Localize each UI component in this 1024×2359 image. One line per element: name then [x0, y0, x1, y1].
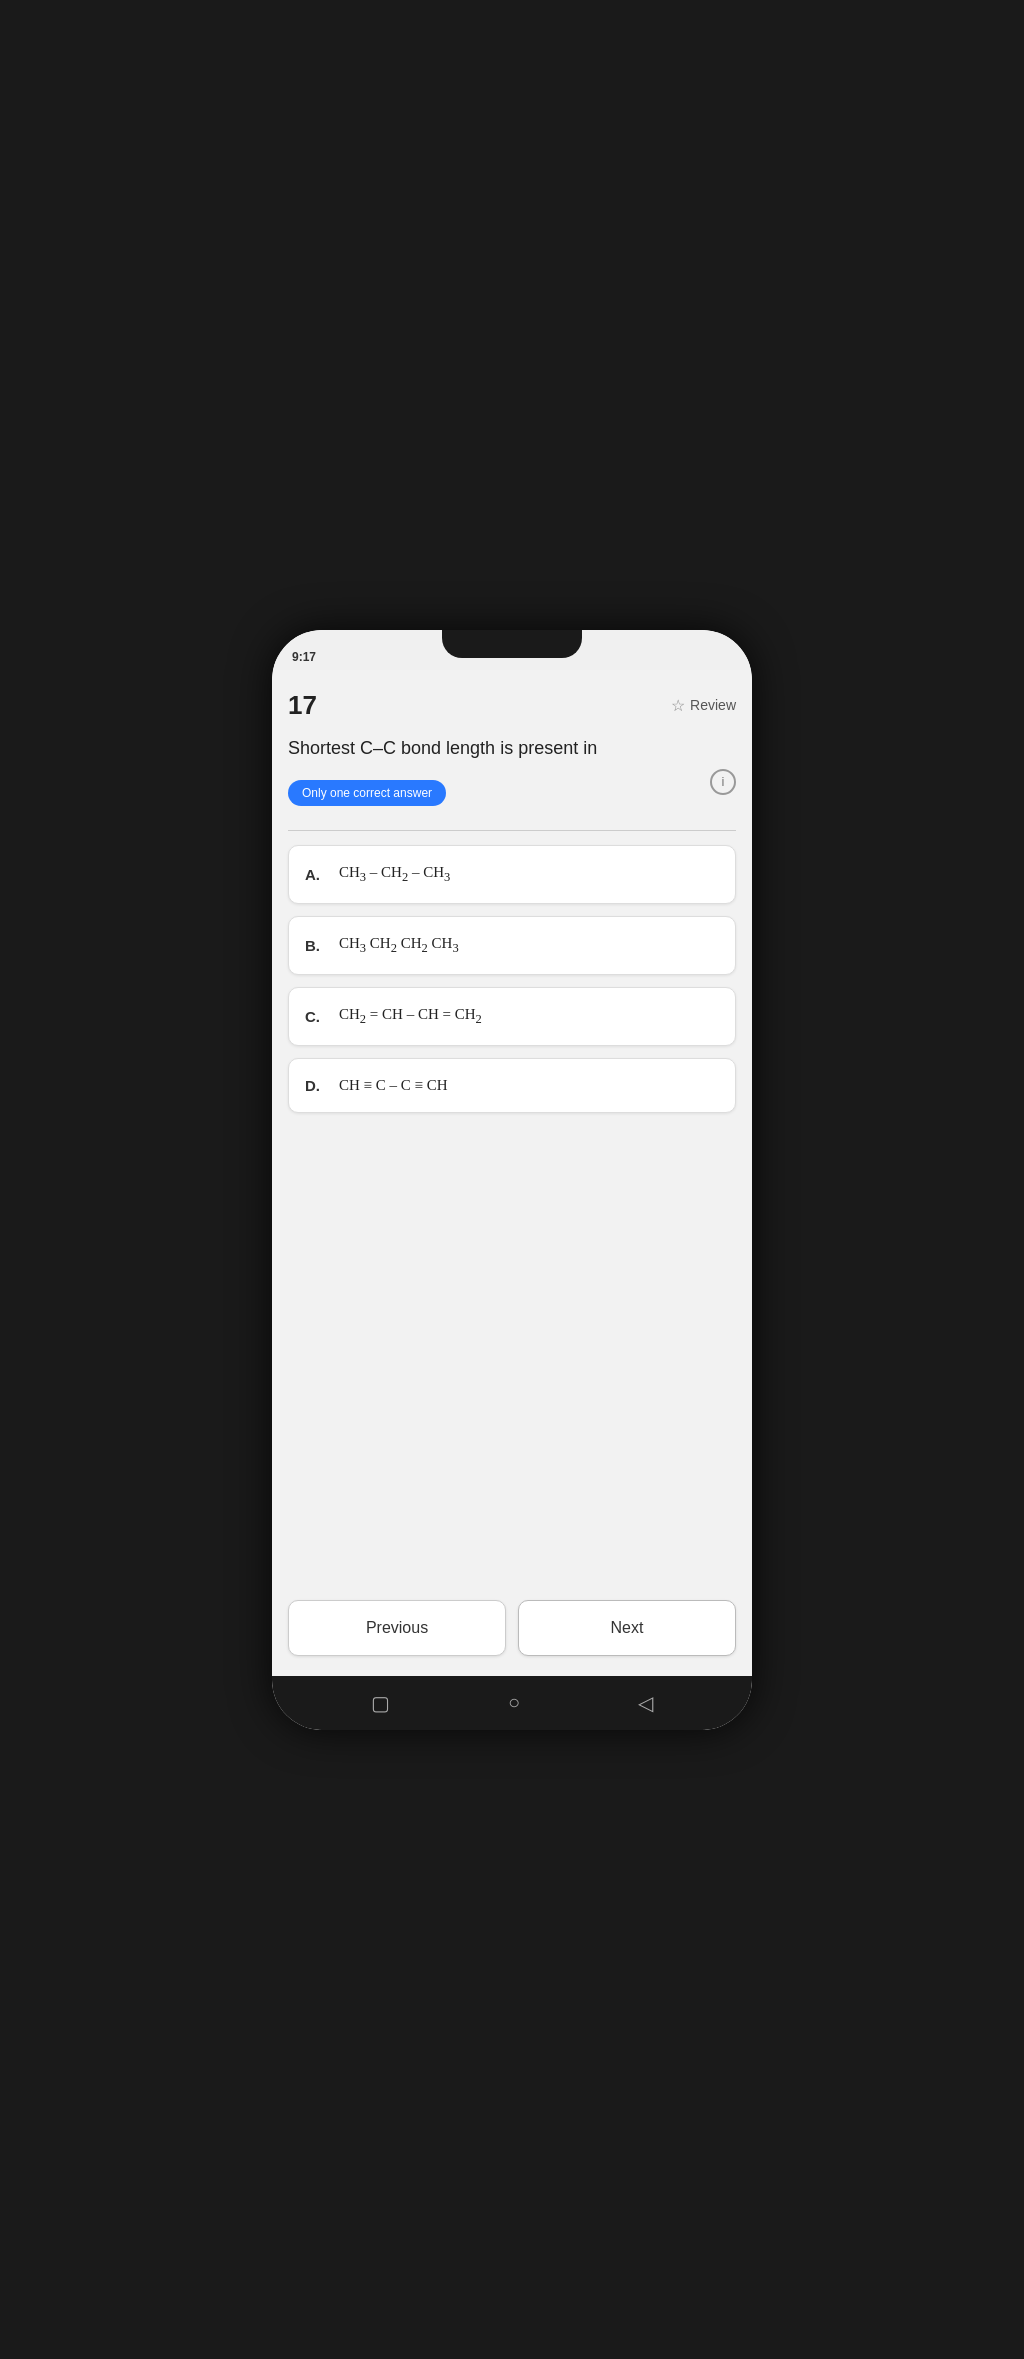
option-a-formula: CH3 – CH2 – CH3: [339, 864, 450, 885]
home-square-icon[interactable]: ▢: [371, 1691, 390, 1715]
option-c-label: C.: [305, 1008, 325, 1025]
screen: 9:17 17 ☆ Review Shortest C–C bond lengt…: [272, 630, 752, 1730]
info-symbol: i: [722, 774, 725, 789]
option-d[interactable]: D. CH ≡ C – C ≡ CH: [288, 1058, 736, 1113]
question-header: 17 ☆ Review: [288, 690, 736, 721]
divider: [288, 830, 736, 831]
option-d-label: D.: [305, 1077, 325, 1094]
bottom-nav: ▢ ○ ◁: [272, 1676, 752, 1730]
option-c-formula: CH2 = CH – CH = CH2: [339, 1006, 482, 1027]
back-icon[interactable]: ◁: [638, 1691, 653, 1715]
option-d-formula: CH ≡ C – C ≡ CH: [339, 1077, 448, 1094]
star-icon: ☆: [671, 696, 685, 715]
option-a[interactable]: A. CH3 – CH2 – CH3: [288, 845, 736, 904]
status-time: 9:17: [292, 650, 316, 664]
info-icon[interactable]: i: [710, 769, 736, 795]
badge-row: Only one correct answer i: [288, 780, 736, 812]
review-button[interactable]: ☆ Review: [671, 696, 736, 715]
answer-type-badge: Only one correct answer: [288, 780, 446, 806]
content-area: 17 ☆ Review Shortest C–C bond length is …: [272, 670, 752, 1676]
nav-buttons: Previous Next: [288, 1588, 736, 1666]
option-a-label: A.: [305, 866, 325, 883]
options-list: A. CH3 – CH2 – CH3 B. CH3 CH2 CH2 CH3 C.…: [288, 845, 736, 1113]
review-label: Review: [690, 697, 736, 713]
option-b-label: B.: [305, 937, 325, 954]
previous-button[interactable]: Previous: [288, 1600, 506, 1656]
option-c[interactable]: C. CH2 = CH – CH = CH2: [288, 987, 736, 1046]
next-button[interactable]: Next: [518, 1600, 736, 1656]
question-text: Shortest C–C bond length is present in: [288, 735, 736, 762]
question-number: 17: [288, 690, 317, 721]
option-b[interactable]: B. CH3 CH2 CH2 CH3: [288, 916, 736, 975]
option-b-formula: CH3 CH2 CH2 CH3: [339, 935, 459, 956]
notch: [442, 630, 582, 658]
home-circle-icon[interactable]: ○: [508, 1691, 520, 1714]
phone-frame: 9:17 17 ☆ Review Shortest C–C bond lengt…: [272, 630, 752, 1730]
